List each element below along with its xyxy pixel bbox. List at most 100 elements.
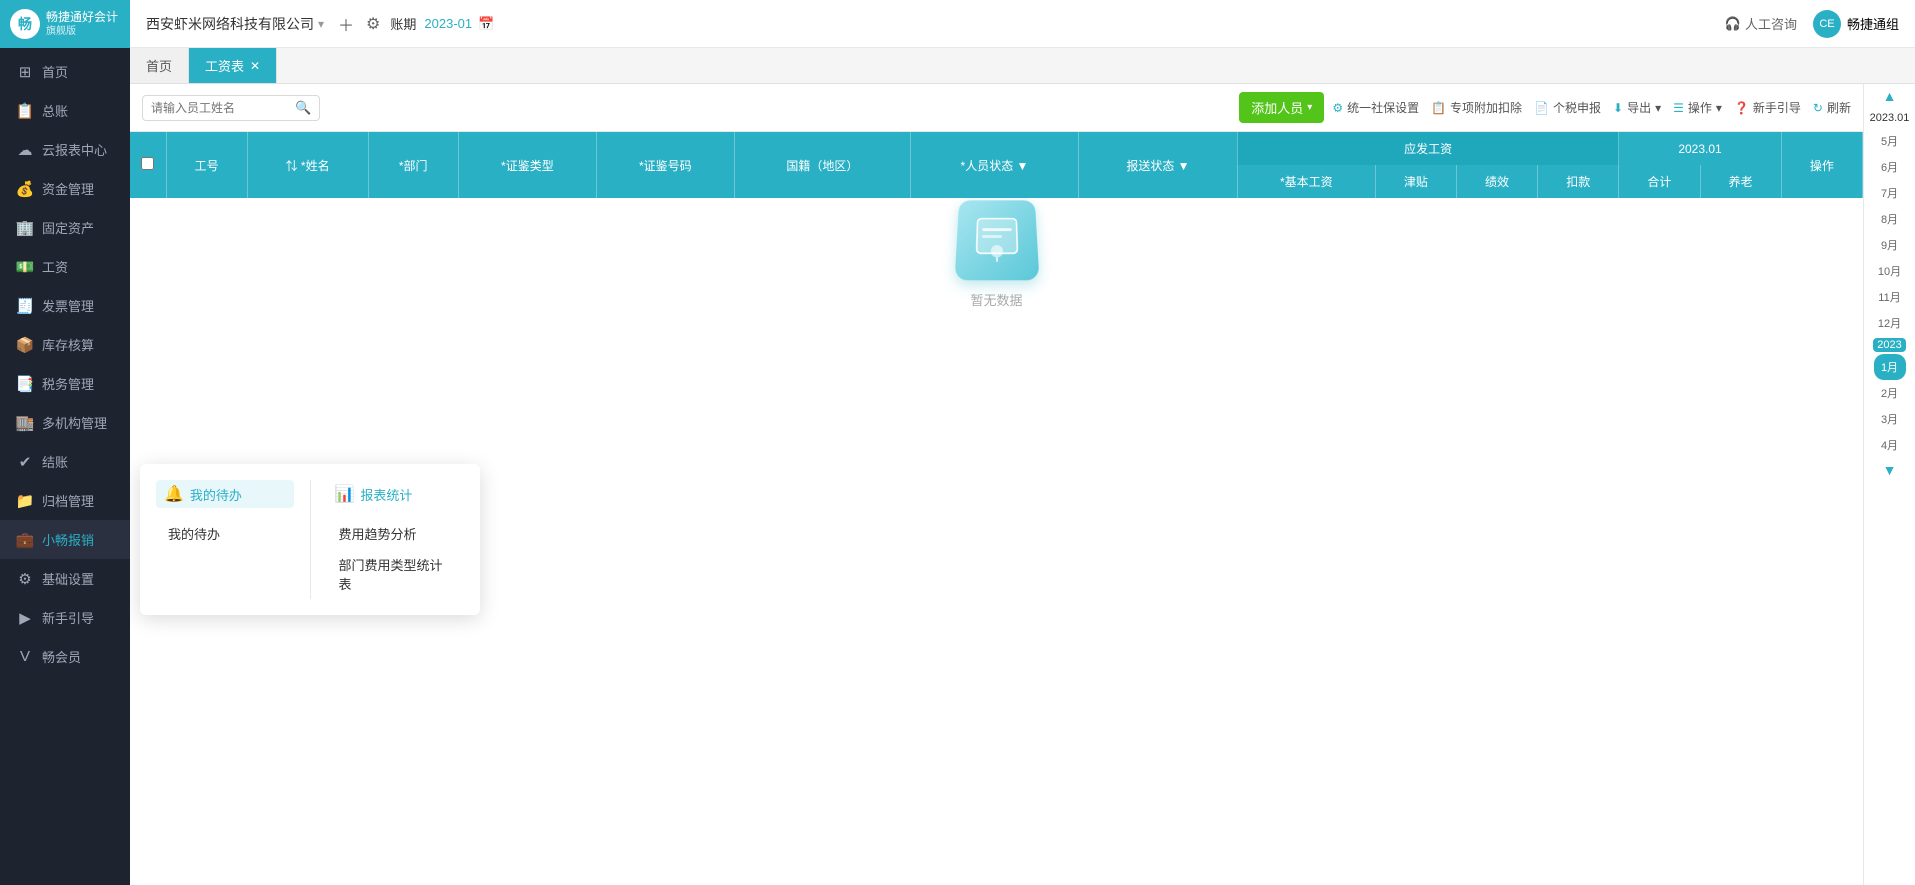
timeline-month-12[interactable]: 12月 <box>1864 310 1915 336</box>
sidebar-icon-settings: ⚙ <box>16 570 34 588</box>
sidebar-label-multi: 多机构管理 <box>42 413 107 432</box>
company-dropdown-icon[interactable]: ▾ <box>318 17 324 31</box>
sidebar-item-fund[interactable]: 💰资金管理 <box>0 169 130 208</box>
timeline-month-7[interactable]: 7月 <box>1864 180 1915 206</box>
th-operate: 操作 <box>1781 132 1862 198</box>
sidebar-item-cloud[interactable]: ☁云报表中心 <box>0 130 130 169</box>
popup-item-my-todo-label: 我的待办 <box>168 527 220 542</box>
tax-btn[interactable]: 📄 个税申报 <box>1534 99 1601 116</box>
timeline-year-prev: 2023.01 <box>1868 108 1912 128</box>
timeline-month-4[interactable]: 4月 <box>1864 432 1915 458</box>
popup-icon1: 🔔 <box>164 484 184 504</box>
sidebar-label-member: 畅会员 <box>42 647 81 666</box>
timeline-month-1-active[interactable]: 1月 <box>1874 354 1906 380</box>
popup-icon2: 📊 <box>335 484 355 504</box>
sidebar-label-home: 首页 <box>42 62 68 81</box>
tax-icon: 📄 <box>1534 101 1549 115</box>
add-company-btn[interactable]: ＋ <box>338 12 354 36</box>
sidebar-item-xiaochang[interactable]: 💼 小畅报销 <box>0 520 130 559</box>
sidebar-label-closing: 结账 <box>42 452 68 471</box>
sidebar-item-salary[interactable]: 💵工资 <box>0 247 130 286</box>
timeline-month-10[interactable]: 10月 <box>1864 258 1915 284</box>
popup-item-dept-cost-label: 部门费用类型统计表 <box>339 558 443 592</box>
sidebar-item-home[interactable]: ⊞ 首页 <box>0 52 130 91</box>
sidebar-label-xiaochang: 小畅报销 <box>42 530 94 549</box>
sidebar-label-fund: 资金管理 <box>42 179 94 198</box>
deduct-btn[interactable]: 📋 专项附加扣除 <box>1431 99 1522 116</box>
add-person-label: 添加人员 <box>1251 98 1303 117</box>
select-all-checkbox[interactable] <box>141 157 154 170</box>
popup-section1-title[interactable]: 🔔 我的待办 <box>156 480 294 508</box>
logo-icon: 畅 <box>10 9 40 39</box>
popup-section2-title[interactable]: 📊 报表统计 <box>327 480 465 508</box>
search-box[interactable]: 🔍 <box>142 95 320 121</box>
popup-item-dept-cost[interactable]: 部门费用类型统计表 <box>327 549 465 599</box>
social-label: 统一社保设置 <box>1347 99 1419 116</box>
sidebar-icon-archive: 📁 <box>16 492 34 510</box>
logo-text: 畅捷通好会计 旗舰版 <box>46 10 118 39</box>
popup-col1: 🔔 我的待办 我的待办 <box>156 480 294 599</box>
sidebar-icon-member: V <box>16 648 34 666</box>
refresh-btn[interactable]: ↻ 刷新 <box>1813 99 1851 116</box>
popup-item-cost-trend-label: 费用趋势分析 <box>339 527 417 542</box>
timeline-nav-up[interactable]: ▲ <box>1864 84 1915 108</box>
th-checkbox[interactable] <box>130 132 166 198</box>
tab-salary-close[interactable]: ✕ <box>250 59 260 73</box>
tax-label: 个税申报 <box>1553 99 1601 116</box>
sidebar-item-archive[interactable]: 📁归档管理 <box>0 481 130 520</box>
sidebar-item-member[interactable]: V 畅会员 <box>0 637 130 676</box>
timeline-month-6[interactable]: 6月 <box>1864 154 1915 180</box>
sidebar-item-closing[interactable]: ✔结账 <box>0 442 130 481</box>
sidebar-item-tax[interactable]: 📑税务管理 <box>0 364 130 403</box>
sidebar: 畅 畅捷通好会计 旗舰版 ⊞ 首页 📋总账☁云报表中心💰资金管理🏢固定资产💵工资🧾发… <box>0 0 130 885</box>
period-area: 账期 2023-01 📅 <box>390 14 494 33</box>
timeline-month-2[interactable]: 2月 <box>1864 380 1915 406</box>
company-name[interactable]: 西安虾米网络科技有限公司 ▾ <box>146 14 324 34</box>
timeline-month-5[interactable]: 5月 <box>1864 128 1915 154</box>
tab-home-label: 首页 <box>146 56 172 75</box>
tab-salary[interactable]: 工资表 ✕ <box>189 48 277 83</box>
sidebar-item-guide[interactable]: ▶新手引导 <box>0 598 130 637</box>
sidebar-item-assets[interactable]: 🏢固定资产 <box>0 208 130 247</box>
salary-table: 工号 ⇅ *姓名 *部门 *证鉴类型 *证鉴号码 国籍（地区） *人员状态 ▼ … <box>130 132 1863 198</box>
topbar: 西安虾米网络科技有限公司 ▾ ＋ ⚙ 账期 2023-01 📅 🎧 人工咨询 C… <box>130 0 1915 48</box>
sidebar-item-ledger[interactable]: 📋总账 <box>0 91 130 130</box>
user-area[interactable]: CE 畅捷通组 <box>1813 10 1899 38</box>
timeline-month-11[interactable]: 11月 <box>1864 284 1915 310</box>
sidebar-icon-xiaochang: 💼 <box>16 531 34 549</box>
th-salary-extra: 2023.01 <box>1619 132 1781 165</box>
th-nationality: 国籍（地区） <box>734 132 910 198</box>
popup-item-my-todo[interactable]: 我的待办 <box>156 518 294 549</box>
operate-btn[interactable]: ☰ 操作 ▾ <box>1673 99 1722 116</box>
timeline-month-8[interactable]: 8月 <box>1864 206 1915 232</box>
search-input[interactable] <box>151 101 291 115</box>
operate-icon: ☰ <box>1673 101 1684 115</box>
timeline-month-3[interactable]: 3月 <box>1864 406 1915 432</box>
avatar-text: CE <box>1819 18 1834 30</box>
add-person-btn[interactable]: 添加人员 ▾ <box>1239 92 1324 123</box>
popup-item-cost-trend[interactable]: 费用趋势分析 <box>327 518 465 549</box>
filter-icon-report[interactable]: ▼ <box>1178 159 1190 173</box>
sidebar-icon-home: ⊞ <box>16 63 34 81</box>
sidebar-item-inventory[interactable]: 📦库存核算 <box>0 325 130 364</box>
service-btn[interactable]: 🎧 人工咨询 <box>1725 14 1797 33</box>
sidebar-item-invoice[interactable]: 🧾发票管理 <box>0 286 130 325</box>
period-calendar-icon[interactable]: 📅 <box>478 16 494 32</box>
tab-home[interactable]: 首页 <box>130 48 189 83</box>
filter-icon-status[interactable]: ▼ <box>1017 159 1029 173</box>
settings-icon[interactable]: ⚙ <box>366 14 380 34</box>
th-pension: 养老 <box>1700 165 1781 198</box>
deduct-label: 专项附加扣除 <box>1450 99 1522 116</box>
sidebar-item-settings[interactable]: ⚙基础设置 <box>0 559 130 598</box>
th-cert-no: *证鉴号码 <box>596 132 734 198</box>
social-btn[interactable]: ⚙ 统一社保设置 <box>1332 99 1419 116</box>
guide-btn[interactable]: ❓ 新手引导 <box>1734 99 1801 116</box>
sidebar-icon-invoice: 🧾 <box>16 297 34 315</box>
timeline-month-9[interactable]: 9月 <box>1864 232 1915 258</box>
export-arrow: ▾ <box>1655 101 1661 115</box>
avatar: CE <box>1813 10 1841 38</box>
export-btn[interactable]: ⬇ 导出 ▾ <box>1613 99 1661 116</box>
sidebar-item-multi[interactable]: 🏬多机构管理 <box>0 403 130 442</box>
timeline-panel: ▲ 2023.01 5月 6月 7月 8月 9月 10月 11月 12月 202… <box>1863 84 1915 885</box>
timeline-nav-down[interactable]: ▼ <box>1864 458 1915 482</box>
